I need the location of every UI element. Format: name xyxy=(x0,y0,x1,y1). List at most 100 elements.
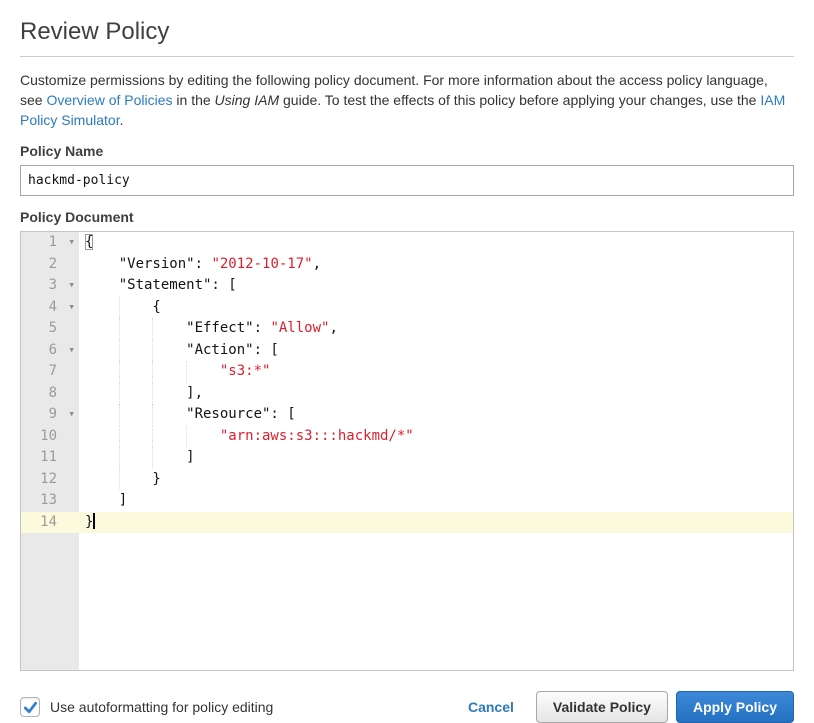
line-number: 2 xyxy=(21,254,79,276)
editor-line: 6▾ "Action": [ xyxy=(21,340,793,362)
indent-guide xyxy=(119,361,120,383)
editor-line: 4▾ { xyxy=(21,297,793,319)
autoformat-checkbox-row: Use autoformatting for policy editing xyxy=(20,697,273,717)
editor-line: 2 "Version": "2012-10-17", xyxy=(21,254,793,276)
code-line[interactable]: "Resource": [ xyxy=(79,404,793,426)
indent-guide xyxy=(119,297,120,319)
json-plain-token: , xyxy=(329,320,337,336)
editor-line: 12 } xyxy=(21,469,793,491)
indent-guide xyxy=(152,361,153,383)
code-line[interactable]: } xyxy=(79,469,793,491)
json-plain-token: ] xyxy=(85,449,195,465)
editor-line: 5 "Effect": "Allow", xyxy=(21,318,793,340)
json-plain-token: , xyxy=(313,256,321,272)
editor-line: 13 ] xyxy=(21,490,793,512)
indent-guide xyxy=(119,426,120,448)
line-number: 13 xyxy=(21,490,79,512)
policy-document-label: Policy Document xyxy=(20,209,794,225)
json-plain-token: "Effect": xyxy=(85,320,270,336)
using-iam-guide-name: Using IAM xyxy=(215,92,280,108)
indent-guide xyxy=(119,447,120,469)
apply-policy-button[interactable]: Apply Policy xyxy=(676,691,794,723)
text-cursor xyxy=(93,513,95,529)
fold-arrow-icon[interactable]: ▾ xyxy=(68,231,75,253)
line-number: 8 xyxy=(21,383,79,405)
code-line[interactable]: { xyxy=(79,297,793,319)
policy-name-label: Policy Name xyxy=(20,143,794,159)
fold-arrow-icon[interactable]: ▾ xyxy=(68,339,75,361)
indent-guide xyxy=(152,447,153,469)
indent-guide xyxy=(152,404,153,426)
editor-line: 9▾ "Resource": [ xyxy=(21,404,793,426)
intro-text: Customize permissions by editing the fol… xyxy=(20,70,794,130)
footer-actions: Cancel Validate Policy Apply Policy xyxy=(468,691,794,723)
page-title: Review Policy xyxy=(20,18,794,46)
line-number: 11 xyxy=(21,447,79,469)
intro-part-4: . xyxy=(120,112,124,128)
line-number: 5 xyxy=(21,318,79,340)
cancel-link[interactable]: Cancel xyxy=(468,699,514,715)
indent-guide xyxy=(152,383,153,405)
json-plain-token: "Statement": [ xyxy=(85,277,237,293)
json-string-token: "Allow" xyxy=(270,320,329,336)
json-plain-token: { xyxy=(85,234,93,250)
line-number: 10 xyxy=(21,426,79,448)
editor-line: 7 "s3:*" xyxy=(21,361,793,383)
line-number: 9▾ xyxy=(21,404,79,426)
json-string-token: "arn:aws:s3:::hackmd/*" xyxy=(220,428,414,444)
json-plain-token: "Action": [ xyxy=(85,342,279,358)
code-line[interactable]: ] xyxy=(79,447,793,469)
indent-guide xyxy=(186,361,187,383)
editor-line: 14} xyxy=(21,512,793,534)
line-number: 14 xyxy=(21,512,79,534)
indent-guide xyxy=(152,426,153,448)
code-line[interactable]: } xyxy=(79,512,793,534)
json-plain-token: } xyxy=(85,514,93,530)
code-line[interactable]: ], xyxy=(79,383,793,405)
indent-guide xyxy=(186,426,187,448)
json-plain-token: ], xyxy=(85,385,203,401)
json-plain-token: "Version": xyxy=(85,256,211,272)
code-line[interactable]: "s3:*" xyxy=(79,361,793,383)
indent-guide xyxy=(152,340,153,362)
checkmark-icon xyxy=(23,700,38,715)
fold-arrow-icon[interactable]: ▾ xyxy=(68,274,75,296)
code-line[interactable]: "Version": "2012-10-17", xyxy=(79,254,793,276)
indent-guide xyxy=(119,318,120,340)
line-number: 12 xyxy=(21,469,79,491)
intro-part-2: in the xyxy=(173,92,215,108)
intro-part-3: guide. To test the effects of this polic… xyxy=(279,92,760,108)
json-string-token: "2012-10-17" xyxy=(211,256,312,272)
editor-line: 11 ] xyxy=(21,447,793,469)
indent-guide xyxy=(119,404,120,426)
overview-of-policies-link[interactable]: Overview of Policies xyxy=(46,92,172,108)
policy-name-input[interactable] xyxy=(20,165,794,196)
json-plain-token: { xyxy=(85,299,161,315)
indent-guide xyxy=(119,340,120,362)
code-line[interactable]: { xyxy=(79,232,793,254)
fold-arrow-icon[interactable]: ▾ xyxy=(68,403,75,425)
line-number: 4▾ xyxy=(21,297,79,319)
indent-guide xyxy=(119,469,120,491)
code-line[interactable]: ] xyxy=(79,490,793,512)
autoformat-label: Use autoformatting for policy editing xyxy=(50,699,273,715)
fold-arrow-icon[interactable]: ▾ xyxy=(68,296,75,318)
code-line[interactable]: "arn:aws:s3:::hackmd/*" xyxy=(79,426,793,448)
code-line[interactable]: "Action": [ xyxy=(79,340,793,362)
editor-line: 3▾ "Statement": [ xyxy=(21,275,793,297)
validate-policy-button[interactable]: Validate Policy xyxy=(536,691,668,723)
line-number: 3▾ xyxy=(21,275,79,297)
autoformat-checkbox[interactable] xyxy=(20,697,40,717)
line-number: 1▾ xyxy=(21,232,79,254)
json-plain-token: "Resource": [ xyxy=(85,406,296,422)
policy-document-editor[interactable]: 1▾{2 "Version": "2012-10-17",3▾ "Stateme… xyxy=(20,231,794,671)
editor-line: 8 ], xyxy=(21,383,793,405)
indent-guide xyxy=(119,383,120,405)
code-line[interactable]: "Statement": [ xyxy=(79,275,793,297)
json-plain-token: } xyxy=(85,471,161,487)
code-line[interactable]: "Effect": "Allow", xyxy=(79,318,793,340)
indent-guide xyxy=(152,318,153,340)
line-number: 6▾ xyxy=(21,340,79,362)
editor-line: 10 "arn:aws:s3:::hackmd/*" xyxy=(21,426,793,448)
editor-line: 1▾ { xyxy=(21,232,793,254)
